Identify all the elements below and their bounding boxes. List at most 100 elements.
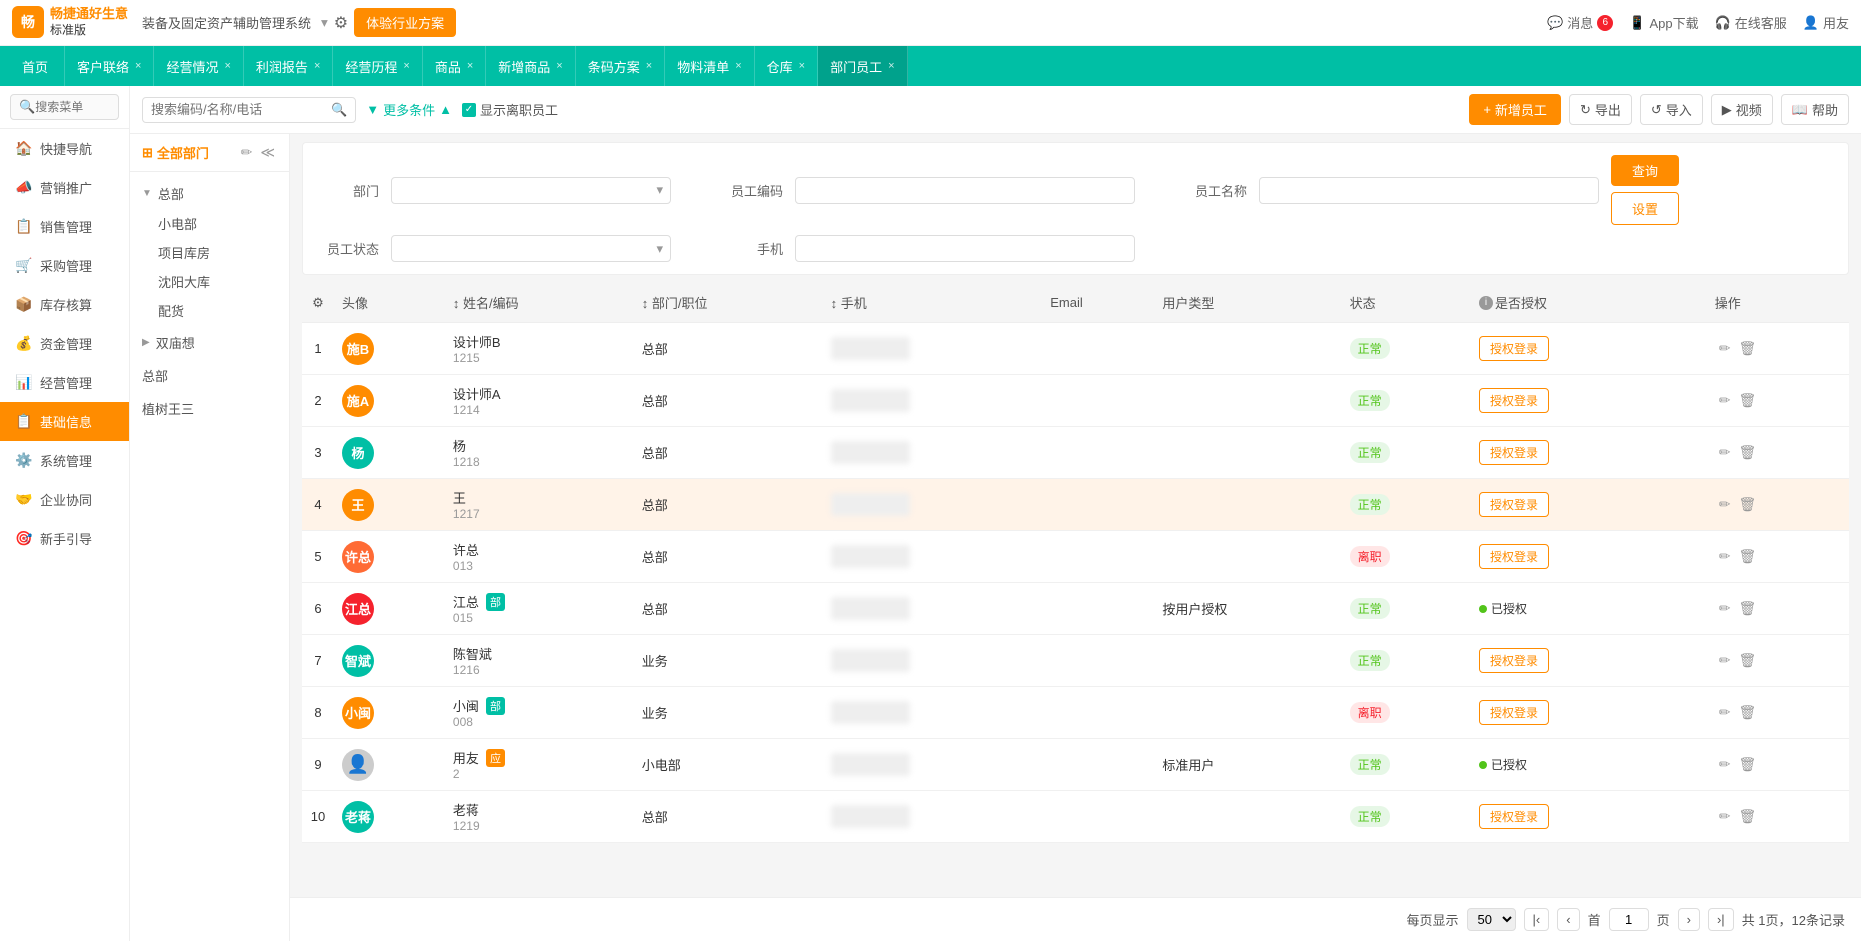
more-filters-btn[interactable]: ▼ 更多条件 ▲ <box>366 100 452 119</box>
edit-btn[interactable]: ✏ <box>1715 598 1735 619</box>
sidebar-search-input[interactable] <box>35 100 105 114</box>
delete-btn[interactable]: 🗑 <box>1735 338 1761 359</box>
tab-employees[interactable]: 部门员工× <box>818 46 907 86</box>
first-page-btn[interactable]: |‹ <box>1524 908 1550 931</box>
all-dept-label[interactable]: ⊞ 全部部门 <box>142 143 209 162</box>
app-download-btn[interactable]: 📱 App下载 <box>1629 13 1698 32</box>
sidebar-item-collab[interactable]: 🤝 企业协同 <box>0 480 129 519</box>
dept-select[interactable] <box>391 177 671 204</box>
per-page-select[interactable]: 50 <box>1467 908 1516 931</box>
tab-goods[interactable]: 商品× <box>423 46 486 86</box>
sidebar-item-operation[interactable]: 📊 经营管理 <box>0 363 129 402</box>
phone-input[interactable] <box>795 235 1135 262</box>
online-service-btn[interactable]: 🎧 在线客服 <box>1715 13 1787 32</box>
experience-btn[interactable]: 体验行业方案 <box>354 8 456 37</box>
delete-btn[interactable]: 🗑 <box>1735 702 1761 723</box>
auth-login-btn[interactable]: 授权登录 <box>1479 336 1549 361</box>
tab-operation-close[interactable]: × <box>224 60 230 72</box>
tab-barcode[interactable]: 条码方案× <box>576 46 665 86</box>
edit-btn[interactable]: ✏ <box>1715 754 1735 775</box>
edit-btn[interactable]: ✏ <box>1715 338 1735 359</box>
dept-group-title-shuangmiao[interactable]: ▶ 双庙想 <box>130 327 289 358</box>
dept-child-xiaodianbu[interactable]: 小电部 <box>130 209 289 238</box>
edit-btn[interactable]: ✏ <box>1715 546 1735 567</box>
auth-login-btn[interactable]: 授权登录 <box>1479 648 1549 673</box>
tab-home[interactable]: 首页 <box>6 46 65 86</box>
show-resigned-checkbox[interactable]: ✓ <box>462 103 476 117</box>
tab-warehouse[interactable]: 仓库× <box>755 46 818 86</box>
search-input[interactable] <box>151 102 331 117</box>
sidebar-item-finance[interactable]: 💰 资金管理 <box>0 324 129 363</box>
settings-icon[interactable]: ⚙ <box>334 13 348 33</box>
auth-login-btn[interactable]: 授权登录 <box>1479 440 1549 465</box>
edit-btn[interactable]: ✏ <box>1715 442 1735 463</box>
sidebar-item-marketing[interactable]: 📣 营销推广 <box>0 168 129 207</box>
export-btn[interactable]: ↻ 导出 <box>1569 94 1632 125</box>
tab-new-goods-close[interactable]: × <box>556 60 562 72</box>
sidebar-item-purchase[interactable]: 🛒 采购管理 <box>0 246 129 285</box>
tab-bom-close[interactable]: × <box>735 60 741 72</box>
col-name-code[interactable]: ↕ 姓名/编码 <box>445 283 634 323</box>
delete-btn[interactable]: 🗑 <box>1735 650 1761 671</box>
emp-status-select[interactable] <box>391 235 671 262</box>
tab-barcode-close[interactable]: × <box>646 60 652 72</box>
emp-name-input[interactable] <box>1259 177 1599 204</box>
auth-login-btn[interactable]: 授权登录 <box>1479 388 1549 413</box>
edit-btn[interactable]: ✏ <box>1715 806 1735 827</box>
dept-child-shenyangdaku[interactable]: 沈阳大库 <box>130 267 289 296</box>
tab-warehouse-close[interactable]: × <box>799 60 805 72</box>
edit-btn[interactable]: ✏ <box>1715 390 1735 411</box>
tab-employees-close[interactable]: × <box>888 60 894 72</box>
dept-group-title-zhishu[interactable]: 植树王三 <box>130 393 289 424</box>
dept-collapse-btn[interactable]: ≪ <box>258 142 277 163</box>
delete-btn[interactable]: 🗑 <box>1735 390 1761 411</box>
delete-btn[interactable]: 🗑 <box>1735 546 1761 567</box>
edit-btn[interactable]: ✏ <box>1715 494 1735 515</box>
page-input[interactable] <box>1609 908 1649 931</box>
import-btn[interactable]: ↺ 导入 <box>1640 94 1703 125</box>
delete-btn[interactable]: 🗑 <box>1735 598 1761 619</box>
query-btn[interactable]: 查询 <box>1611 155 1679 186</box>
tab-operation[interactable]: 经营情况× <box>154 46 243 86</box>
tab-history-close[interactable]: × <box>403 60 409 72</box>
system-title-dropdown[interactable]: ▾ <box>321 15 328 31</box>
tab-history[interactable]: 经营历程× <box>333 46 422 86</box>
edit-btn[interactable]: ✏ <box>1715 702 1735 723</box>
dept-child-xiangmukufang[interactable]: 项目库房 <box>130 238 289 267</box>
user-avatar-btn[interactable]: 👤 用友 <box>1803 13 1849 32</box>
auth-login-btn[interactable]: 授权登录 <box>1479 700 1549 725</box>
dept-edit-btn[interactable]: ✏ <box>239 142 255 163</box>
col-settings[interactable]: ⚙ <box>302 283 334 323</box>
tab-customer-close[interactable]: × <box>135 60 141 72</box>
auth-login-btn[interactable]: 授权登录 <box>1479 492 1549 517</box>
tab-bom[interactable]: 物料清单× <box>665 46 754 86</box>
delete-btn[interactable]: 🗑 <box>1735 494 1761 515</box>
sidebar-item-basic[interactable]: 📋 基础信息 <box>0 402 129 441</box>
set-btn[interactable]: 设置 <box>1611 192 1679 225</box>
col-dept-position[interactable]: ↕ 部门/职位 <box>634 283 823 323</box>
sidebar-item-system[interactable]: ⚙️ 系统管理 <box>0 441 129 480</box>
emp-code-input[interactable] <box>795 177 1135 204</box>
next-page-btn[interactable]: › <box>1678 908 1700 931</box>
dept-group-title-zongbu[interactable]: ▼ 总部 <box>130 178 289 209</box>
edit-btn[interactable]: ✏ <box>1715 650 1735 671</box>
view-btn[interactable]: ▶ 视频 <box>1711 94 1773 125</box>
tab-new-goods[interactable]: 新增商品× <box>486 46 575 86</box>
tab-profit[interactable]: 利润报告× <box>244 46 333 86</box>
tab-profit-close[interactable]: × <box>314 60 320 72</box>
help-btn[interactable]: 📖 帮助 <box>1781 94 1849 125</box>
auth-login-btn[interactable]: 授权登录 <box>1479 544 1549 569</box>
dept-child-peihuo[interactable]: 配货 <box>130 296 289 325</box>
delete-btn[interactable]: 🗑 <box>1735 754 1761 775</box>
sidebar-item-inventory[interactable]: 📦 库存核算 <box>0 285 129 324</box>
tab-goods-close[interactable]: × <box>467 60 473 72</box>
add-employee-btn[interactable]: + 新增员工 <box>1469 94 1561 125</box>
sidebar-item-quick-nav[interactable]: 🏠 快捷导航 <box>0 129 129 168</box>
message-btn[interactable]: 💬 消息 6 <box>1547 13 1613 32</box>
sidebar-item-sales[interactable]: 📋 销售管理 <box>0 207 129 246</box>
dept-group-title-zongbu2[interactable]: 总部 <box>130 360 289 391</box>
tab-customer[interactable]: 客户联络× <box>65 46 154 86</box>
prev-page-btn[interactable]: ‹ <box>1557 908 1579 931</box>
last-page-btn[interactable]: ›| <box>1708 908 1734 931</box>
sidebar-item-guide[interactable]: 🎯 新手引导 <box>0 519 129 558</box>
